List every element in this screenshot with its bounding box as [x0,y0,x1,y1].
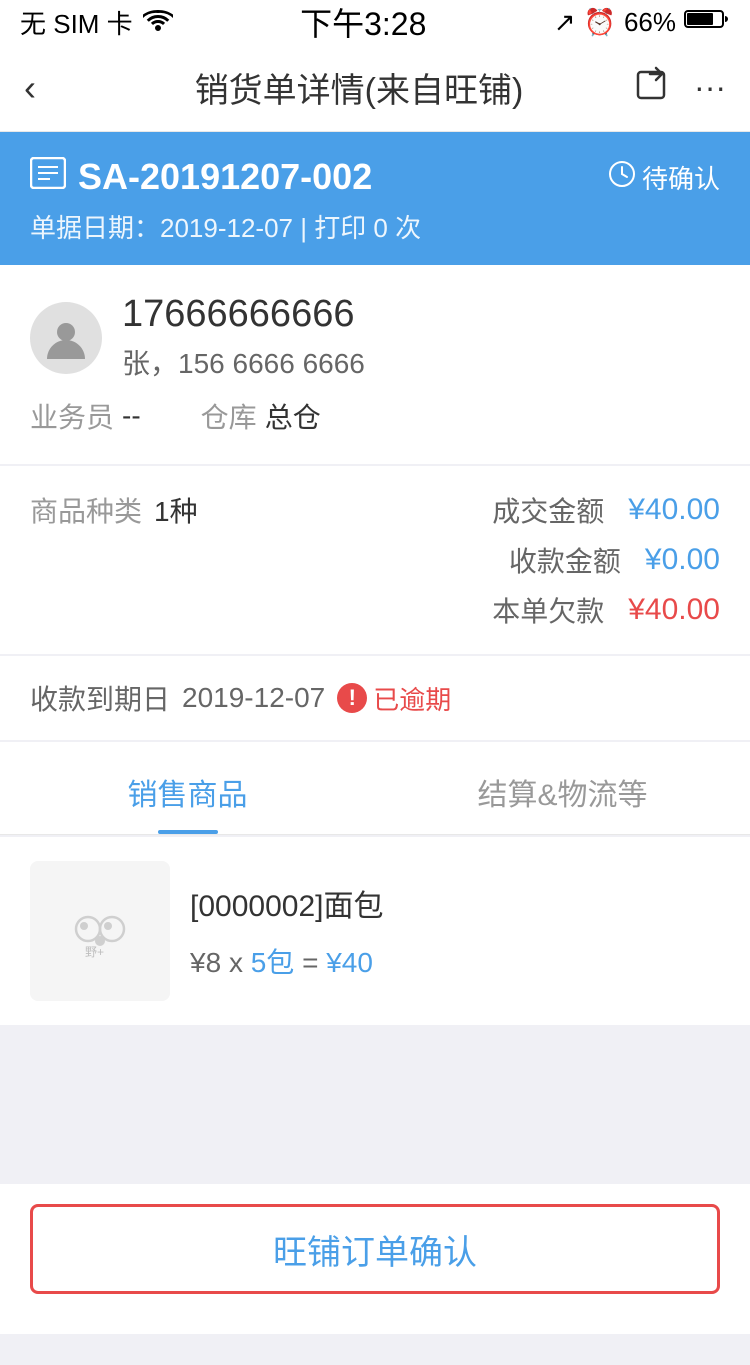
received-value: ¥0.00 [645,543,720,577]
product-type-value: 1种 [154,490,198,530]
status-bar: 无 SIM 卡 下午3:28 ↗ ⏰ 66% [0,0,750,44]
clock-icon [608,160,636,195]
overdue-label: 已逾期 [373,680,451,717]
total-price: ¥40 [326,947,373,978]
page-title: 销货单详情(来自旺铺) [84,63,634,112]
tabs-section: 销售商品 结算&物流等 [0,742,750,835]
battery-icon [684,7,730,38]
due-date-section: 收款到期日 2019-12-07 ! 已逾期 [0,656,750,740]
outstanding-value: ¥40.00 [628,593,720,627]
order-header-banner: SA-20191207-002 待确认 单据日期：2019-12-07 | 打印… [0,132,750,265]
product-thumbnail: 野+ [30,861,170,1001]
location-icon: ↗ [554,7,576,38]
salesperson-value: -- [122,400,141,432]
back-button[interactable]: ‹ [24,67,84,109]
alarm-icon: ⏰ [584,7,616,38]
share-button[interactable] [634,64,674,112]
product-price: ¥8 x 5包 = ¥40 [190,941,720,981]
deal-amount-value: ¥40.00 [628,493,720,527]
product-type-label: 商品种类 [30,490,142,530]
status-bar-right: ↗ ⏰ 66% [554,7,730,38]
tab-settlement[interactable]: 结算&物流等 [375,742,750,834]
unit-price: ¥8 [190,947,221,978]
nav-bar: ‹ 销货单详情(来自旺铺) ··· [0,44,750,132]
warehouse-item: 仓库 总仓 [201,396,321,436]
product-type: 商品种类 1种 [30,490,198,530]
product-info: [0000002]面包 ¥8 x 5包 = ¥40 [190,881,720,981]
confirm-order-button[interactable]: 旺铺订单确认 [30,1204,720,1294]
status-bar-time: 下午3:28 [300,0,426,45]
customer-phone: 17666666666 [122,293,365,336]
warehouse-label: 仓库 [201,396,257,436]
outstanding-row: 本单欠款 ¥40.00 [492,590,720,630]
summary-amounts: 成交金额 ¥40.00 收款金额 ¥0.00 本单欠款 ¥40.00 [492,490,720,630]
status-bar-left: 无 SIM 卡 [20,4,173,41]
received-label: 收款金额 [509,540,621,580]
order-id: SA-20191207-002 [30,156,372,198]
overdue-warning-icon: ! [337,683,367,713]
deal-amount-label: 成交金额 [492,490,604,530]
equals-sign: = [302,947,318,978]
tabs-header: 销售商品 结算&物流等 [0,742,750,835]
due-date-value: 2019-12-07 [182,682,325,714]
battery-text: 66% [624,7,676,38]
multiply-sign: x [229,947,243,978]
customer-name: 张，156 6666 6666 [122,342,365,382]
bottom-bar: 旺铺订单确认 [0,1184,750,1334]
wifi-icon [143,7,173,38]
order-status: 待确认 [608,159,720,196]
salesperson-label: 业务员 [30,396,114,436]
product-item: 野+ [0000002]面包 ¥8 x 5包 = ¥40 [0,837,750,1025]
customer-meta: 业务员 -- 仓库 总仓 [30,396,720,436]
order-icon [30,157,66,197]
warehouse-value: 总仓 [265,396,321,436]
product-name: [0000002]面包 [190,881,720,925]
avatar [30,302,102,374]
svg-text:野+: 野+ [85,945,104,959]
customer-section: 17666666666 张，156 6666 6666 业务员 -- 仓库 总仓 [0,265,750,464]
tab-sales-product[interactable]: 销售商品 [0,742,375,834]
deal-amount-row: 成交金额 ¥40.00 [492,490,720,530]
salesperson-item: 业务员 -- [30,396,141,436]
more-button[interactable]: ··· [694,69,726,106]
quantity: 5包 [251,947,295,978]
outstanding-label: 本单欠款 [492,590,604,630]
carrier-text: 无 SIM 卡 [20,4,133,41]
order-date: 单据日期：2019-12-07 | 打印 0 次 [30,208,720,245]
due-date-label: 收款到期日 [30,678,170,718]
received-amount-row: 收款金额 ¥0.00 [509,540,720,580]
overdue-badge: ! 已逾期 [337,680,451,717]
nav-actions: ··· [634,64,726,112]
summary-section: 商品种类 1种 成交金额 ¥40.00 收款金额 ¥0.00 本单欠款 ¥40.… [0,466,750,654]
